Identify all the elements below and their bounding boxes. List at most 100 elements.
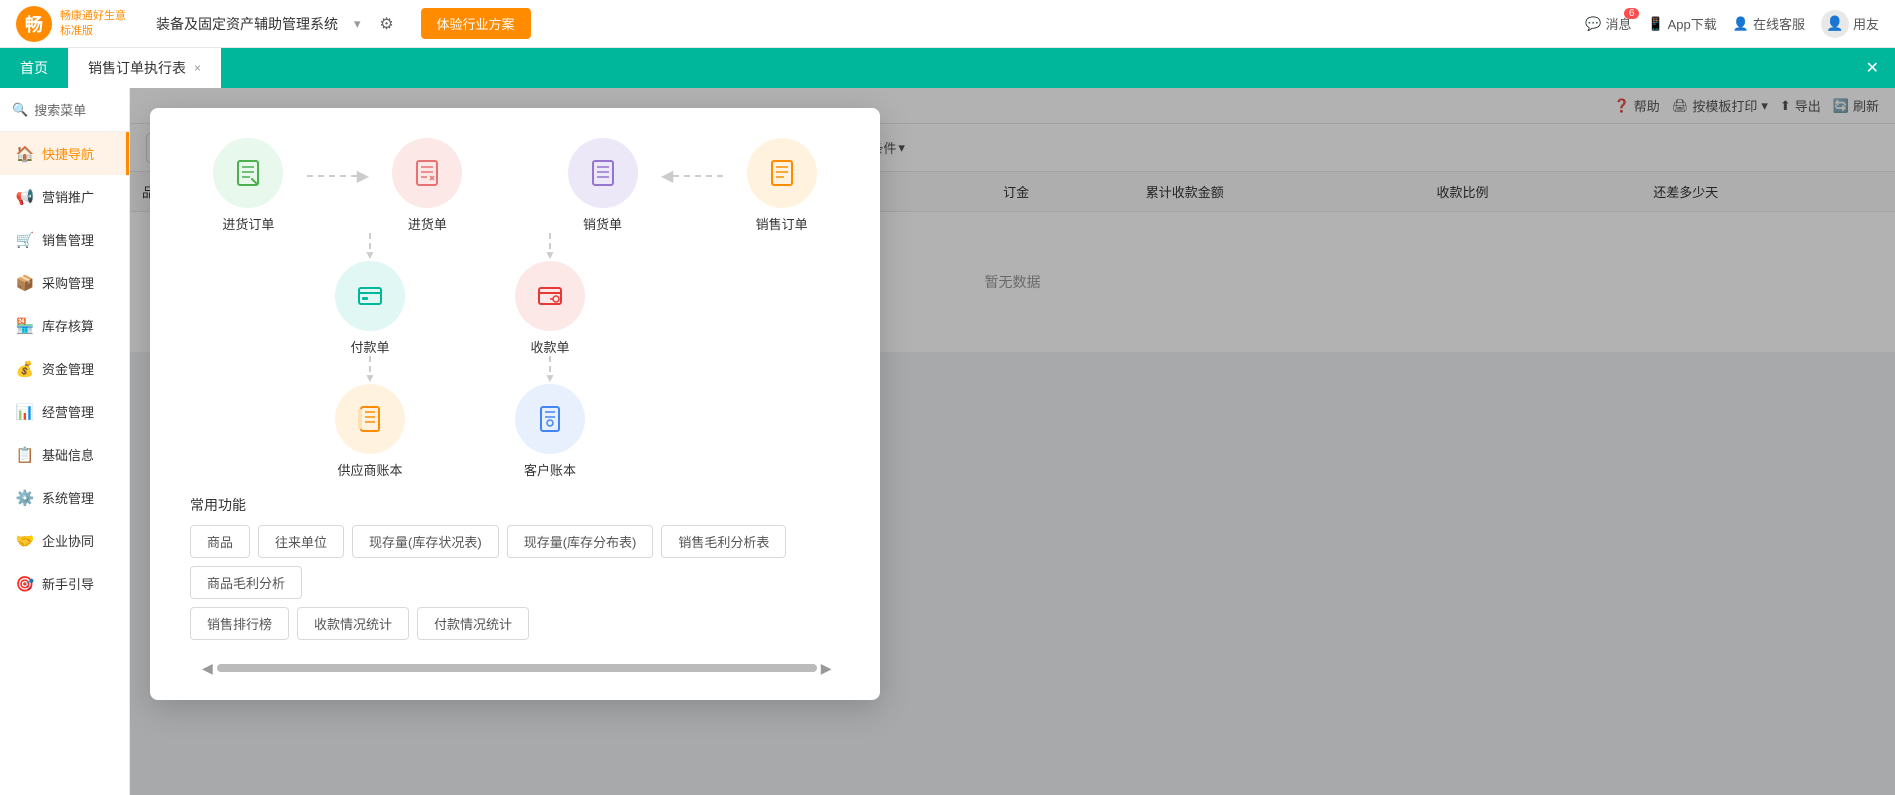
tab-sales-order-exec[interactable]: 销售订单执行表 × (68, 48, 221, 88)
func-btn-stock-status[interactable]: 现存量(库存状况表) (352, 525, 499, 558)
spacer-b (430, 233, 490, 261)
arrow-h-1: ▶ (307, 166, 369, 186)
operation-icon: 📊 (16, 403, 34, 421)
sales-bill-label: 销货单 (583, 214, 622, 233)
flow-row-1: 进货订单 ▶ 进货单 (190, 138, 840, 233)
sidebar-item-newbie[interactable]: 🎯 新手引导 (0, 562, 129, 605)
receipt-icon (515, 261, 585, 331)
popup-body: 进货订单 ▶ 进货单 (150, 108, 880, 700)
scroll-thumb[interactable] (217, 664, 817, 672)
sales-icon: 🛒 (16, 231, 34, 249)
customer-ledger-label: 客户账本 (524, 460, 576, 479)
arrow-down-1: ▼ (310, 233, 430, 261)
logo-area: 畅 畅康通好生意 标准版 (16, 6, 136, 42)
message-badge: 6 (1624, 8, 1640, 19)
flow-node-purchase-bill[interactable]: 进货单 (369, 138, 486, 233)
flow-arrows-row: ▼ ▼ (190, 233, 840, 261)
scroll-right-icon[interactable]: ▶ (817, 660, 836, 677)
flow-node-payment[interactable]: 付款单 (310, 261, 430, 356)
user-item[interactable]: 👤 用友 (1821, 10, 1879, 38)
func-btn-contacts[interactable]: 往来单位 (258, 525, 344, 558)
arrow-down-3: ▼ (310, 356, 430, 384)
scroll-left-icon[interactable]: ◀ (198, 660, 217, 677)
sidebar-item-enterprise[interactable]: 🤝 企业协同 (0, 519, 129, 562)
purchase-order-icon (213, 138, 283, 208)
trial-button[interactable]: 体验行业方案 (421, 8, 531, 39)
user-label: 用友 (1853, 14, 1879, 33)
content-area: ❓ 帮助 🖨 按模板打印 ▾ ⬆ 导出 🔄 刷新 📅 — 📅 (130, 88, 1895, 795)
search-menu[interactable]: 🔍 搜索菜单 (0, 88, 129, 132)
sales-order-icon (747, 138, 817, 208)
sidebar-item-inventory[interactable]: 🏪 库存核算 (0, 304, 129, 347)
sidebar-item-marketing[interactable]: 📢 营销推广 (0, 175, 129, 218)
online-service-label: 在线客服 (1753, 14, 1805, 33)
basic-icon: 📋 (16, 446, 34, 464)
sidebar-item-system[interactable]: ⚙️ 系统管理 (0, 476, 129, 519)
receipt-label: 收款单 (530, 337, 569, 356)
message-item[interactable]: 💬 消息 6 (1585, 14, 1631, 33)
supplier-ledger-label: 供应商账本 (337, 460, 402, 479)
system-dropdown-icon[interactable]: ▾ (354, 16, 361, 32)
func-buttons-row-1: 商品 往来单位 现存量(库存状况表) 现存量(库存分布表) 销售毛利分析表 商品… (190, 525, 840, 599)
flow-node-purchase-order[interactable]: 进货订单 (190, 138, 307, 233)
system-title: 装备及固定资产辅助管理系统 (156, 14, 338, 34)
scroll-track[interactable] (217, 664, 817, 672)
func-btn-payment-stats[interactable]: 付款情况统计 (417, 607, 529, 640)
flow-popup: 进货订单 ▶ 进货单 (150, 108, 880, 700)
func-btn-sales-margin[interactable]: 销售毛利分析表 (661, 525, 786, 558)
spacer-a (190, 233, 310, 261)
sales-bill-icon (568, 138, 638, 208)
func-btn-receipt-stats[interactable]: 收款情况统计 (297, 607, 409, 640)
app-download-icon: 📱 (1647, 16, 1663, 32)
sidebar-item-sales[interactable]: 🛒 销售管理 (0, 218, 129, 261)
header-right: 💬 消息 6 📱 App下载 👤 在线客服 👤 用友 (1585, 10, 1879, 38)
sidebar-item-basic[interactable]: 📋 基础信息 (0, 433, 129, 476)
nav-tabs: 首页 销售订单执行表 × ✕ (0, 48, 1895, 88)
arrow-down-2: ▼ (490, 233, 610, 261)
flow-node-customer-ledger[interactable]: 客户账本 (490, 384, 610, 479)
flow-row-2: 付款单 收款单 (310, 261, 840, 356)
enterprise-icon: 🤝 (16, 532, 34, 550)
tab-close-icon[interactable]: × (194, 61, 201, 75)
payment-label: 付款单 (350, 337, 389, 356)
home-icon: 🏠 (16, 145, 34, 163)
settings-icon[interactable]: ⚙ (373, 10, 401, 38)
purchase-icon: 📦 (16, 274, 34, 292)
supplier-ledger-icon (335, 384, 405, 454)
flow-arrows-row2: ▼ ▼ (310, 356, 840, 384)
flow-node-supplier-ledger[interactable]: 供应商账本 (310, 384, 430, 479)
flow-node-sales-order[interactable]: 销售订单 (723, 138, 840, 233)
purchase-order-label: 进货订单 (222, 214, 274, 233)
func-btn-goods-margin[interactable]: 商品毛利分析 (190, 566, 302, 599)
close-all-tabs-icon[interactable]: ✕ (1866, 58, 1879, 78)
func-btn-stock-dist[interactable]: 现存量(库存分布表) (507, 525, 654, 558)
logo-text: 畅康通好生意 标准版 (60, 9, 126, 38)
sidebar-item-operation[interactable]: 📊 经营管理 (0, 390, 129, 433)
popup-overlay: 进货订单 ▶ 进货单 (130, 88, 1895, 795)
flow-row-3: 供应商账本 客户账本 (310, 384, 840, 479)
arrow-down-4: ▼ (490, 356, 610, 384)
customer-ledger-icon (515, 384, 585, 454)
online-service-item[interactable]: 👤 在线客服 (1733, 14, 1805, 33)
inventory-icon: 🏪 (16, 317, 34, 335)
sidebar: 🔍 搜索菜单 🏠 快捷导航 📢 营销推广 🛒 销售管理 📦 采购管理 🏪 库存核… (0, 88, 130, 795)
sidebar-item-quick-nav[interactable]: 🏠 快捷导航 (0, 132, 129, 175)
marketing-icon: 📢 (16, 188, 34, 206)
app-download-item[interactable]: 📱 App下载 (1647, 14, 1716, 33)
purchase-bill-label: 进货单 (408, 214, 447, 233)
logo-icon: 畅 (16, 6, 52, 42)
func-buttons-row-2: 销售排行榜 收款情况统计 付款情况统计 (190, 607, 840, 640)
sidebar-item-purchase[interactable]: 📦 采购管理 (0, 261, 129, 304)
func-btn-sales-rank[interactable]: 销售排行榜 (190, 607, 289, 640)
common-functions-title: 常用功能 (190, 495, 840, 515)
func-btn-goods[interactable]: 商品 (190, 525, 250, 558)
horizontal-scrollbar[interactable]: ◀ ▶ (190, 656, 840, 680)
flow-node-receipt[interactable]: 收款单 (490, 261, 610, 356)
flow-node-sales-bill[interactable]: 销货单 (544, 138, 661, 233)
app-download-label: App下载 (1668, 14, 1717, 33)
message-icon: 💬 (1585, 16, 1601, 32)
sidebar-item-finance[interactable]: 💰 资金管理 (0, 347, 129, 390)
tab-home[interactable]: 首页 (0, 48, 68, 88)
purchase-bill-icon (392, 138, 462, 208)
online-service-icon: 👤 (1733, 16, 1749, 32)
